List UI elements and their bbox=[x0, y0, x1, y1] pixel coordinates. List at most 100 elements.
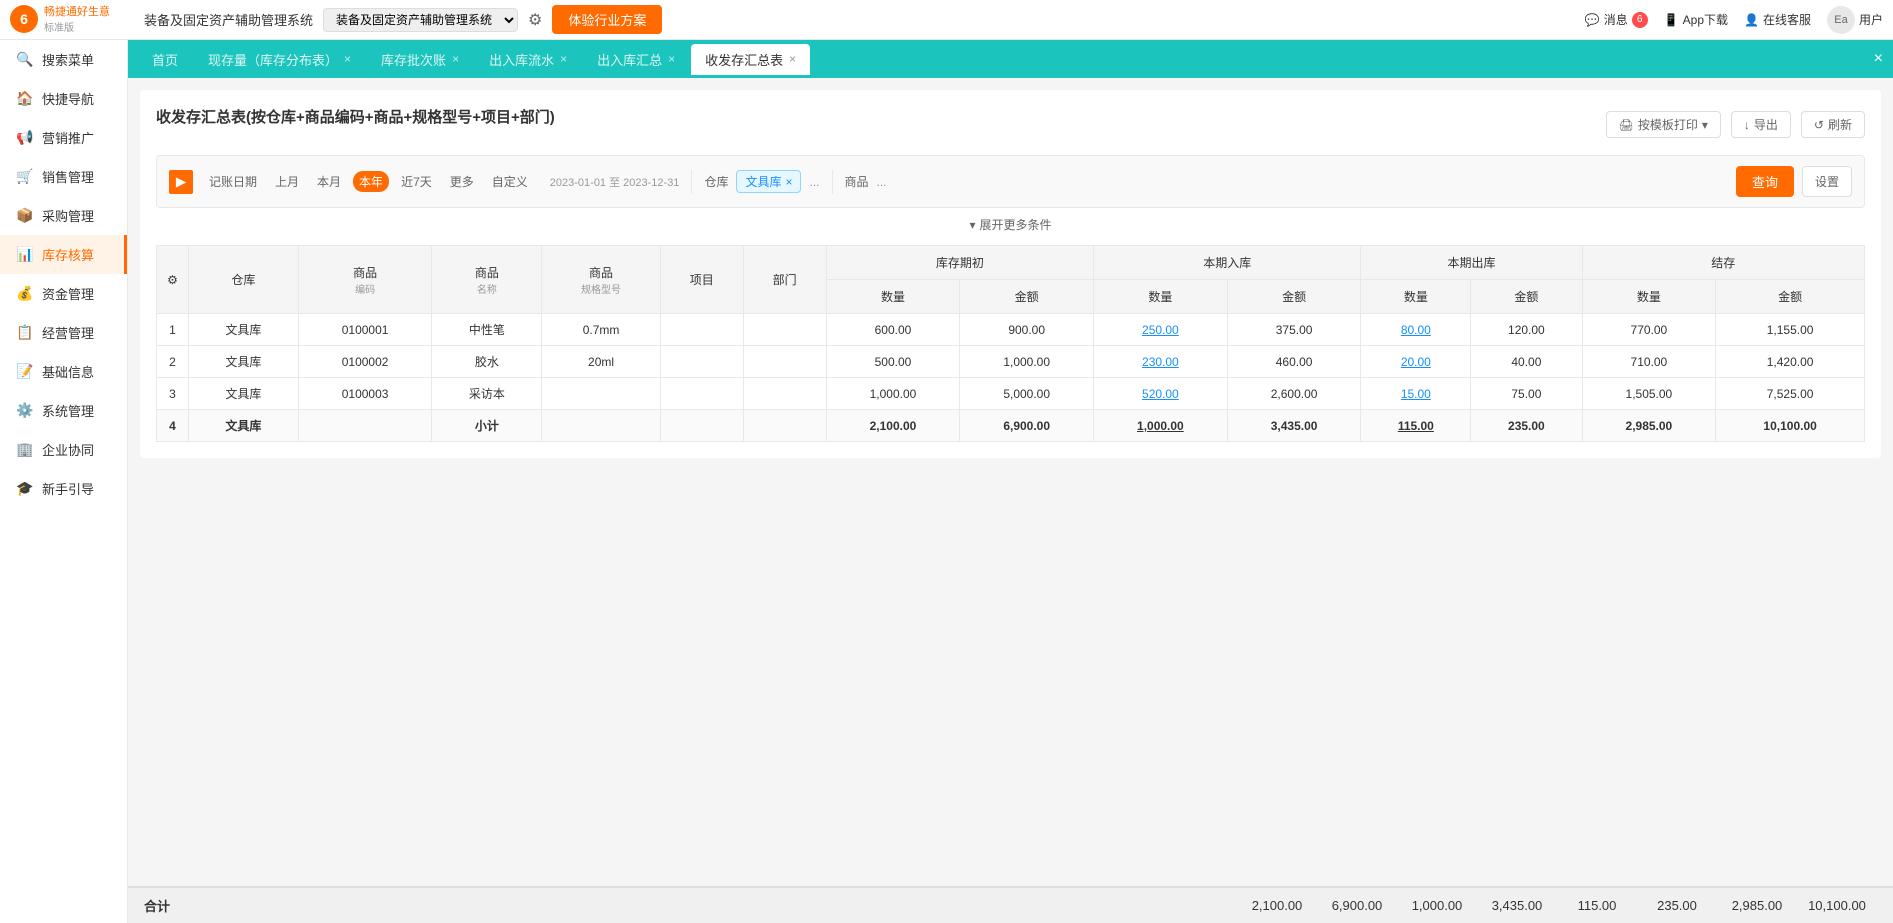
col-spec: 商品规格型号 bbox=[542, 246, 661, 314]
cell-project bbox=[660, 378, 743, 410]
settings-icon-btn[interactable]: ⚙ bbox=[528, 10, 542, 30]
col-code: 商品编码 bbox=[298, 246, 432, 314]
tab-close-recv-sum[interactable]: × bbox=[789, 52, 796, 66]
sidebar-item-marketing[interactable]: 📢 营销推广 bbox=[0, 118, 127, 157]
app-download-btn[interactable]: 📱 App下载 bbox=[1664, 11, 1728, 28]
inventory-icon: 📊 bbox=[16, 246, 34, 264]
col-name: 商品名称 bbox=[432, 246, 542, 314]
top-right-actions: 💬 消息 6 📱 App下载 👤 在线客服 Ea 用户 bbox=[1585, 6, 1883, 34]
cell-project bbox=[660, 314, 743, 346]
cell-dept bbox=[743, 346, 826, 378]
col-outbound-qty: 数量 bbox=[1361, 280, 1471, 314]
online-service-btn[interactable]: 👤 在线客服 bbox=[1744, 11, 1811, 28]
cell-dept bbox=[743, 378, 826, 410]
cell-balance-amt: 1,155.00 bbox=[1716, 314, 1865, 346]
sidebar-item-quicknav[interactable]: 🏠 快捷导航 bbox=[0, 79, 127, 118]
date-btn-more[interactable]: 更多 bbox=[444, 171, 480, 192]
col-settings[interactable]: ⚙ bbox=[157, 246, 189, 314]
table-row: 1 文具库 0100001 中性笔 0.7mm 600.00 900.00 25… bbox=[157, 314, 1865, 346]
marketing-icon: 📢 bbox=[16, 129, 34, 147]
chevron-down-icon: ▾ bbox=[1702, 118, 1708, 132]
expand-more-btn[interactable]: ▾ 展开更多条件 bbox=[969, 216, 1051, 233]
warehouse-more[interactable]: ... bbox=[809, 175, 819, 189]
user-menu[interactable]: Ea 用户 bbox=[1827, 6, 1883, 34]
cell-name: 胶水 bbox=[432, 346, 542, 378]
tab-close-batch[interactable]: × bbox=[452, 52, 459, 66]
sidebar-label: 营销推广 bbox=[42, 128, 94, 147]
date-btn-this-year[interactable]: 本年 bbox=[353, 171, 389, 192]
sidebar-label: 快捷导航 bbox=[42, 89, 94, 108]
cell-inbound-amt: 375.00 bbox=[1227, 314, 1361, 346]
cell-outbound-qty[interactable]: 20.00 bbox=[1361, 346, 1471, 378]
tag-close-icon[interactable]: × bbox=[785, 175, 792, 189]
page-card: 收发存汇总表(按仓库+商品编码+商品+规格型号+项目+部门) 🖨 按模板打印 ▾… bbox=[140, 90, 1881, 458]
date-btn-7days[interactable]: 近7天 bbox=[395, 171, 438, 192]
tab-inout-flow[interactable]: 出入库流水 × bbox=[475, 44, 581, 75]
cell-balance-qty: 770.00 bbox=[1582, 314, 1716, 346]
cell-outbound-amt: 235.00 bbox=[1471, 410, 1582, 442]
set-button[interactable]: 设置 bbox=[1802, 166, 1852, 197]
tab-home[interactable]: 首页 bbox=[138, 44, 192, 75]
page-title: 收发存汇总表(按仓库+商品编码+商品+规格型号+项目+部门) bbox=[156, 106, 555, 127]
tab-inout-sum[interactable]: 出入库汇总 × bbox=[583, 44, 689, 75]
sidebar-label: 采购管理 bbox=[42, 206, 94, 225]
operation-icon: 📋 bbox=[16, 324, 34, 342]
filter-toggle-btn[interactable]: ▶ bbox=[169, 170, 193, 194]
col-group-outbound: 本期出库 bbox=[1361, 246, 1582, 280]
sidebar-item-inventory[interactable]: 📊 库存核算 bbox=[0, 235, 127, 274]
sidebar-item-finance[interactable]: 💰 资金管理 bbox=[0, 274, 127, 313]
footer-total-bar: 合计 2,100.00 6,900.00 1,000.00 3,435.00 1… bbox=[128, 886, 1893, 923]
cell-inbound-qty[interactable]: 520.00 bbox=[1094, 378, 1228, 410]
sidebar-item-guide[interactable]: 🎓 新手引导 bbox=[0, 469, 127, 508]
cell-inbound-amt: 3,435.00 bbox=[1227, 410, 1361, 442]
date-btn-this-month[interactable]: 本月 bbox=[311, 171, 347, 192]
date-buttons: 上月 本月 本年 近7天 更多 自定义 bbox=[269, 171, 534, 192]
mobile-icon: 📱 bbox=[1664, 13, 1679, 27]
date-range-display: 2023-01-01 至 2023-12-31 bbox=[550, 177, 680, 189]
sidebar-item-search[interactable]: 🔍 搜索菜单 bbox=[0, 40, 127, 79]
sidebar-item-enterprise[interactable]: 🏢 企业协同 bbox=[0, 430, 127, 469]
system-name: 装备及固定资产辅助管理系统 bbox=[144, 10, 313, 29]
cell-outbound-qty[interactable]: 15.00 bbox=[1361, 378, 1471, 410]
sidebar-item-sales[interactable]: 🛒 销售管理 bbox=[0, 157, 127, 196]
sidebar-item-system[interactable]: ⚙️ 系统管理 bbox=[0, 391, 127, 430]
experience-button[interactable]: 体验行业方案 bbox=[552, 5, 662, 34]
cell-balance-qty: 1,505.00 bbox=[1582, 378, 1716, 410]
warehouse-tag[interactable]: 文具库 × bbox=[736, 170, 801, 193]
cell-spec bbox=[542, 410, 661, 442]
tab-batch[interactable]: 库存批次账 × bbox=[367, 44, 473, 75]
col-project: 项目 bbox=[660, 246, 743, 314]
tab-stock-dist[interactable]: 现存量（库存分布表） × bbox=[194, 44, 365, 75]
col-inbound-amt: 金额 bbox=[1227, 280, 1361, 314]
cell-inbound-amt: 460.00 bbox=[1227, 346, 1361, 378]
cell-seq: 1 bbox=[157, 314, 189, 346]
col-balance-amt: 金额 bbox=[1716, 280, 1865, 314]
cell-inbound-qty[interactable]: 230.00 bbox=[1094, 346, 1228, 378]
message-btn[interactable]: 💬 消息 6 bbox=[1585, 11, 1648, 28]
refresh-btn[interactable]: ↺ 刷新 bbox=[1801, 111, 1865, 138]
query-button[interactable]: 查询 bbox=[1736, 166, 1794, 197]
print-template-btn[interactable]: 🖨 按模板打印 ▾ bbox=[1606, 111, 1721, 138]
date-btn-custom[interactable]: 自定义 bbox=[486, 171, 534, 192]
sidebar-item-purchase[interactable]: 📦 采购管理 bbox=[0, 196, 127, 235]
tab-bar-close[interactable]: × bbox=[1874, 50, 1883, 68]
tab-close-inout-flow[interactable]: × bbox=[560, 52, 567, 66]
export-btn[interactable]: ↓ 导出 bbox=[1731, 111, 1791, 138]
message-icon: 💬 bbox=[1585, 13, 1600, 27]
cell-balance-qty: 2,985.00 bbox=[1582, 410, 1716, 442]
logo-icon: 6 bbox=[10, 5, 38, 33]
sidebar-item-basic[interactable]: 📝 基础信息 bbox=[0, 352, 127, 391]
col-group-opening: 库存期初 bbox=[826, 246, 1093, 280]
cell-code: 0100003 bbox=[298, 378, 432, 410]
sidebar-item-operation[interactable]: 📋 经营管理 bbox=[0, 313, 127, 352]
tab-close-inout-sum[interactable]: × bbox=[668, 52, 675, 66]
tab-recv-sum[interactable]: 收发存汇总表 × bbox=[691, 44, 810, 75]
tab-close-stock-dist[interactable]: × bbox=[344, 52, 351, 66]
cell-outbound-qty[interactable]: 80.00 bbox=[1361, 314, 1471, 346]
system-selector[interactable]: 装备及固定资产辅助管理系统 bbox=[323, 8, 518, 32]
date-btn-last-month[interactable]: 上月 bbox=[269, 171, 305, 192]
goods-more[interactable]: ... bbox=[877, 175, 887, 189]
cell-project bbox=[660, 346, 743, 378]
col-inbound-qty: 数量 bbox=[1094, 280, 1228, 314]
cell-inbound-qty[interactable]: 250.00 bbox=[1094, 314, 1228, 346]
